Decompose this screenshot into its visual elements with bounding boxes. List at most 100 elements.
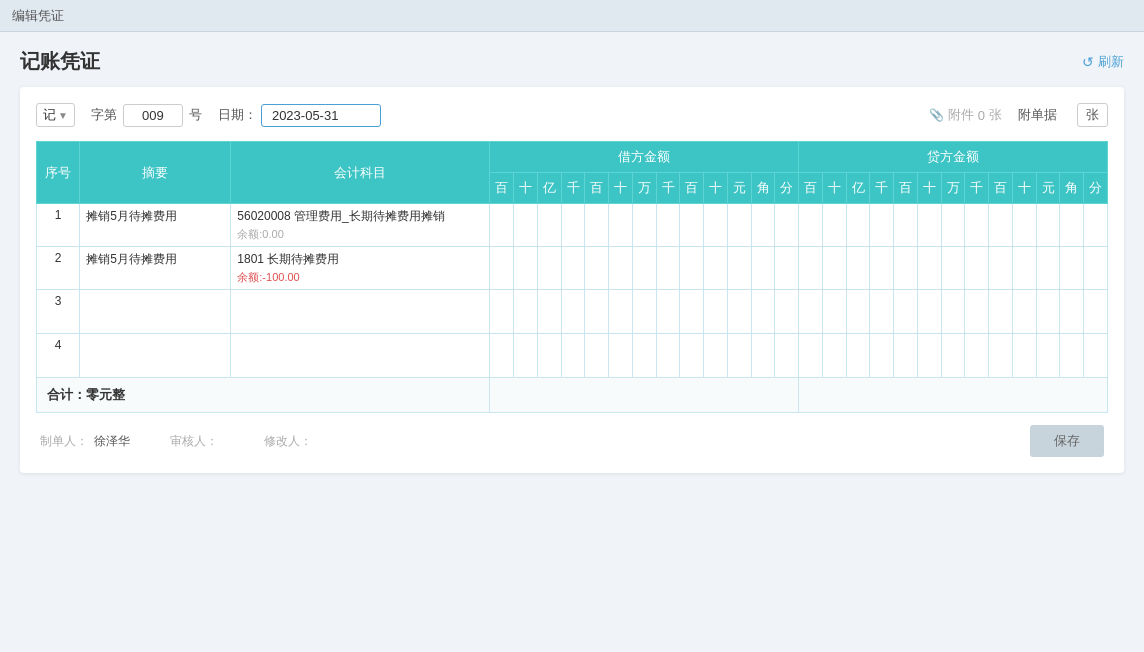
row1-debit-9[interactable] bbox=[680, 204, 704, 247]
row2-account[interactable]: 1801 长期待摊费用 余额:-100.00 bbox=[231, 247, 490, 290]
row4-credit-3[interactable] bbox=[846, 334, 870, 378]
row3-debit-11[interactable] bbox=[727, 290, 751, 334]
row4-account[interactable] bbox=[231, 334, 490, 378]
row1-debit-13[interactable] bbox=[775, 204, 799, 247]
row2-debit-1[interactable] bbox=[490, 247, 514, 290]
row4-credit-12[interactable] bbox=[1060, 334, 1084, 378]
row3-credit-11[interactable] bbox=[1036, 290, 1060, 334]
row4-debit-12[interactable] bbox=[751, 334, 775, 378]
row4-debit-3[interactable] bbox=[537, 334, 561, 378]
row4-debit-1[interactable] bbox=[490, 334, 514, 378]
attach-sheets-button[interactable]: 附单据 bbox=[1018, 106, 1057, 124]
row1-credit-9[interactable] bbox=[989, 204, 1013, 247]
row3-debit-1[interactable] bbox=[490, 290, 514, 334]
attach-link[interactable]: 📎 附件 0 张 bbox=[929, 106, 1002, 124]
row1-credit-12[interactable] bbox=[1060, 204, 1084, 247]
row3-credit-3[interactable] bbox=[846, 290, 870, 334]
row2-debit-2[interactable] bbox=[514, 247, 538, 290]
row3-debit-8[interactable] bbox=[656, 290, 680, 334]
row3-debit-6[interactable] bbox=[609, 290, 633, 334]
row4-debit-7[interactable] bbox=[632, 334, 656, 378]
row2-debit-4[interactable] bbox=[561, 247, 585, 290]
voucher-type-select[interactable]: 记 ▼ bbox=[36, 103, 75, 127]
row3-credit-1[interactable] bbox=[799, 290, 823, 334]
row2-credit-8[interactable] bbox=[965, 247, 989, 290]
row1-debit-11[interactable] bbox=[727, 204, 751, 247]
row1-debit-5[interactable] bbox=[585, 204, 609, 247]
row4-credit-2[interactable] bbox=[822, 334, 846, 378]
row1-debit-8[interactable] bbox=[656, 204, 680, 247]
row1-credit-6[interactable] bbox=[917, 204, 941, 247]
row3-credit-2[interactable] bbox=[822, 290, 846, 334]
row4-credit-11[interactable] bbox=[1036, 334, 1060, 378]
row1-credit-1[interactable] bbox=[799, 204, 823, 247]
row2-debit-13[interactable] bbox=[775, 247, 799, 290]
row1-credit-8[interactable] bbox=[965, 204, 989, 247]
row4-debit-8[interactable] bbox=[656, 334, 680, 378]
row2-debit-7[interactable] bbox=[632, 247, 656, 290]
row2-credit-9[interactable] bbox=[989, 247, 1013, 290]
row2-credit-12[interactable] bbox=[1060, 247, 1084, 290]
row2-debit-5[interactable] bbox=[585, 247, 609, 290]
row1-debit-10[interactable] bbox=[704, 204, 728, 247]
row4-credit-13[interactable] bbox=[1084, 334, 1108, 378]
row1-debit-4[interactable] bbox=[561, 204, 585, 247]
row4-debit-2[interactable] bbox=[514, 334, 538, 378]
row4-summary[interactable] bbox=[80, 334, 231, 378]
row2-debit-11[interactable] bbox=[727, 247, 751, 290]
row1-debit-7[interactable] bbox=[632, 204, 656, 247]
row3-debit-3[interactable] bbox=[537, 290, 561, 334]
save-button[interactable]: 保存 bbox=[1030, 425, 1104, 457]
row1-debit-6[interactable] bbox=[609, 204, 633, 247]
row3-account[interactable] bbox=[231, 290, 490, 334]
row4-debit-6[interactable] bbox=[609, 334, 633, 378]
row3-debit-12[interactable] bbox=[751, 290, 775, 334]
row4-credit-5[interactable] bbox=[894, 334, 918, 378]
row1-credit-10[interactable] bbox=[1012, 204, 1036, 247]
row1-account[interactable]: 56020008 管理费用_长期待摊费用摊销 余额:0.00 bbox=[231, 204, 490, 247]
row4-debit-4[interactable] bbox=[561, 334, 585, 378]
row3-credit-12[interactable] bbox=[1060, 290, 1084, 334]
row2-debit-9[interactable] bbox=[680, 247, 704, 290]
row3-debit-7[interactable] bbox=[632, 290, 656, 334]
row3-summary[interactable] bbox=[80, 290, 231, 334]
row3-credit-9[interactable] bbox=[989, 290, 1013, 334]
row2-debit-3[interactable] bbox=[537, 247, 561, 290]
row3-debit-10[interactable] bbox=[704, 290, 728, 334]
row1-credit-11[interactable] bbox=[1036, 204, 1060, 247]
row2-credit-4[interactable] bbox=[870, 247, 894, 290]
row4-debit-13[interactable] bbox=[775, 334, 799, 378]
row2-credit-5[interactable] bbox=[894, 247, 918, 290]
row1-summary[interactable]: 摊销5月待摊费用 bbox=[80, 204, 231, 247]
row2-credit-10[interactable] bbox=[1012, 247, 1036, 290]
row4-credit-1[interactable] bbox=[799, 334, 823, 378]
voucher-number-input[interactable] bbox=[123, 104, 183, 127]
row1-credit-3[interactable] bbox=[846, 204, 870, 247]
row2-credit-7[interactable] bbox=[941, 247, 965, 290]
row1-credit-7[interactable] bbox=[941, 204, 965, 247]
row2-credit-2[interactable] bbox=[822, 247, 846, 290]
row3-credit-7[interactable] bbox=[941, 290, 965, 334]
row1-debit-2[interactable] bbox=[514, 204, 538, 247]
row2-credit-6[interactable] bbox=[917, 247, 941, 290]
row3-debit-5[interactable] bbox=[585, 290, 609, 334]
row1-debit-3[interactable] bbox=[537, 204, 561, 247]
row1-credit-2[interactable] bbox=[822, 204, 846, 247]
row3-debit-2[interactable] bbox=[514, 290, 538, 334]
row4-debit-5[interactable] bbox=[585, 334, 609, 378]
row2-debit-8[interactable] bbox=[656, 247, 680, 290]
row3-credit-13[interactable] bbox=[1084, 290, 1108, 334]
row2-credit-3[interactable] bbox=[846, 247, 870, 290]
row3-credit-10[interactable] bbox=[1012, 290, 1036, 334]
refresh-button[interactable]: ↺ 刷新 bbox=[1082, 53, 1124, 71]
row4-credit-4[interactable] bbox=[870, 334, 894, 378]
row1-credit-5[interactable] bbox=[894, 204, 918, 247]
row2-credit-1[interactable] bbox=[799, 247, 823, 290]
date-input[interactable] bbox=[261, 104, 381, 127]
row3-credit-5[interactable] bbox=[894, 290, 918, 334]
row4-credit-10[interactable] bbox=[1012, 334, 1036, 378]
row2-credit-11[interactable] bbox=[1036, 247, 1060, 290]
row2-summary[interactable]: 摊销5月待摊费用 bbox=[80, 247, 231, 290]
row2-credit-13[interactable] bbox=[1084, 247, 1108, 290]
row4-credit-6[interactable] bbox=[917, 334, 941, 378]
